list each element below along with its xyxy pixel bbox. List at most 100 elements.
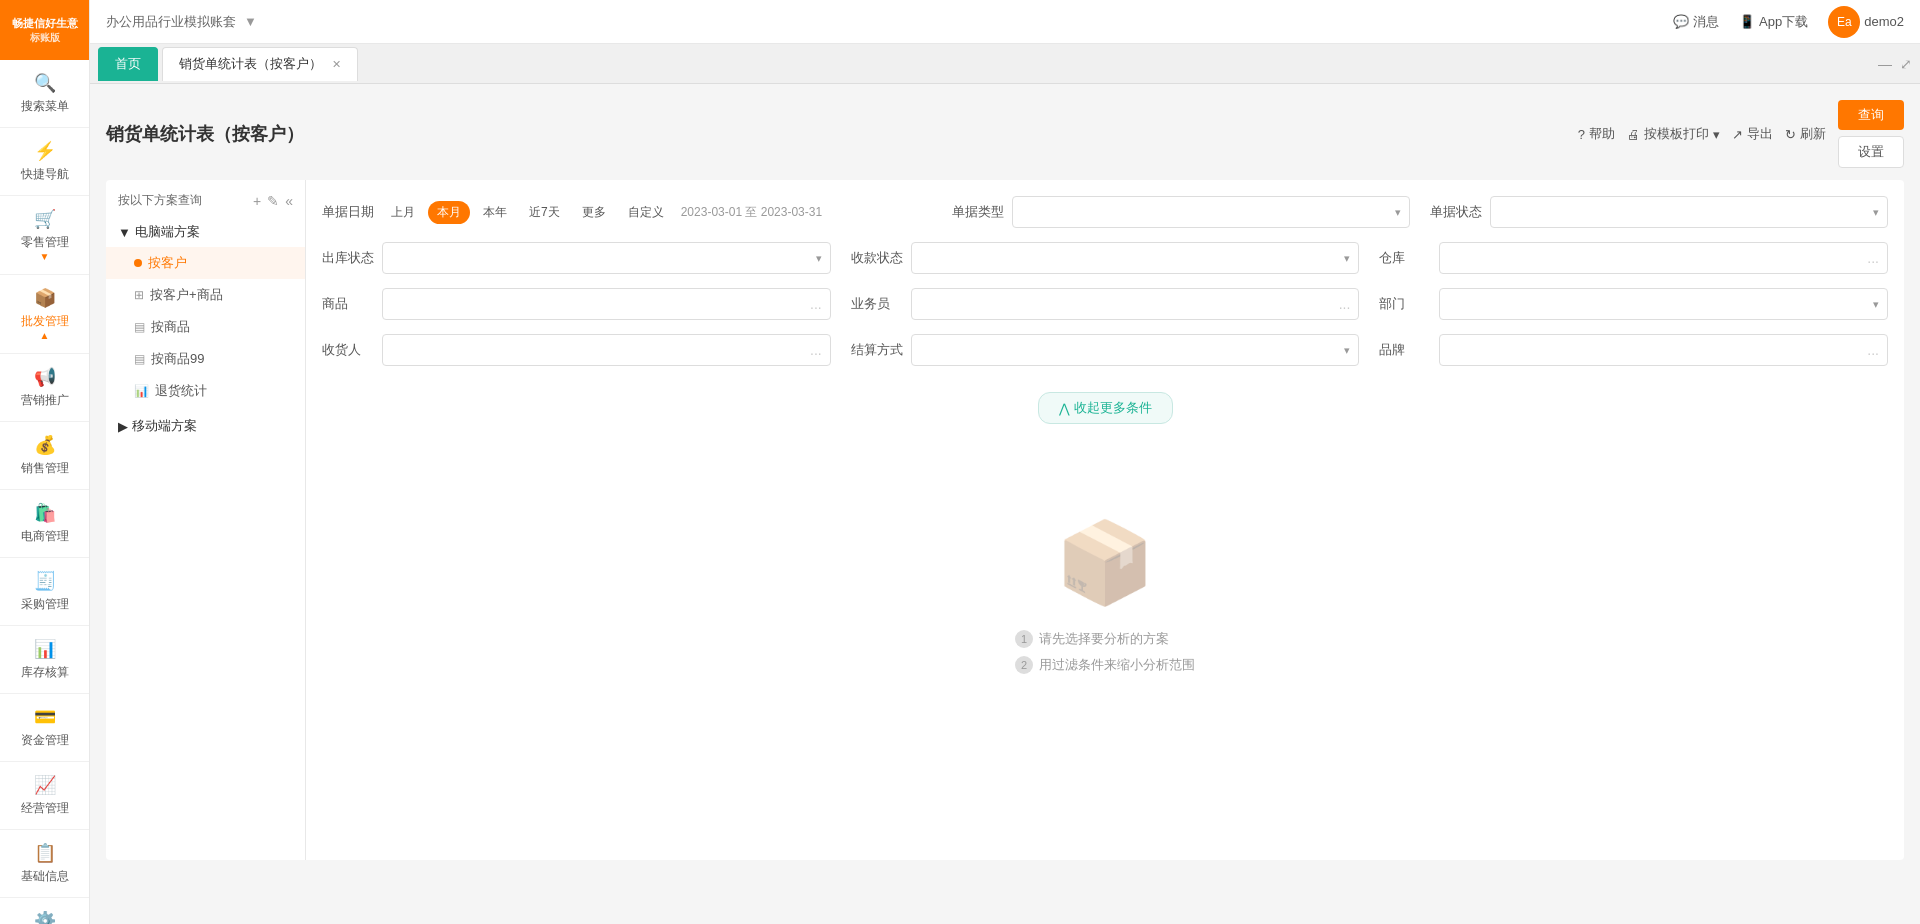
salesperson-label: 业务员	[851, 295, 911, 313]
sidebar-item-purchase[interactable]: 🧾 采购管理	[0, 558, 90, 626]
user-name: demo2	[1864, 14, 1904, 29]
breadcrumb: 办公用品行业模拟账套	[106, 13, 236, 31]
scheme-item-goods-99[interactable]: ▤ 按商品99	[106, 343, 305, 375]
date-chip-more[interactable]: 更多	[573, 201, 615, 224]
scheme-header: 按以下方案查询 + ✎ «	[106, 192, 305, 217]
filter-goods: 商品 ...	[322, 288, 831, 320]
sidebar-item-wholesale[interactable]: 📦 批发管理 ▲	[0, 275, 90, 354]
brand-dots: ...	[1867, 342, 1879, 358]
order-type-label: 单据类型	[952, 203, 1012, 221]
date-chip-custom[interactable]: 自定义	[619, 201, 673, 224]
logo: 畅捷信好生意 标账版	[0, 0, 90, 60]
bar-icon: 📊	[134, 384, 149, 398]
maximize-button[interactable]: ⤢	[1900, 56, 1912, 72]
scheme-item-return-stat[interactable]: 📊 退货统计	[106, 375, 305, 407]
scheme-add-icon[interactable]: +	[253, 193, 261, 209]
page-title: 销货单统计表（按客户）	[106, 122, 304, 146]
mobile-group-arrow: ▶	[118, 419, 128, 434]
recipient-label: 收货人	[322, 341, 382, 359]
receipt-status-control[interactable]: ▾	[911, 242, 1360, 274]
sidebar-item-finance[interactable]: 💳 资金管理	[0, 694, 90, 762]
brand-control[interactable]: ...	[1439, 334, 1888, 366]
collapse-button[interactable]: ⋀ 收起更多条件	[1038, 392, 1173, 424]
tab-home[interactable]: 首页	[98, 47, 158, 81]
system-icon: ⚙️	[34, 910, 56, 924]
order-status-control[interactable]: ▾	[1490, 196, 1888, 228]
filter-order-type: 单据类型 ▾	[952, 196, 1410, 228]
date-chip-this-month[interactable]: 本月	[428, 201, 470, 224]
print-icon: 🖨	[1627, 127, 1640, 142]
help-button[interactable]: ? 帮助	[1578, 125, 1615, 143]
department-control[interactable]: ▾	[1439, 288, 1888, 320]
scheme-header-actions: + ✎ «	[253, 193, 293, 209]
user-menu[interactable]: Ea demo2	[1828, 6, 1904, 38]
sidebar-item-marketing[interactable]: 📢 营销推广	[0, 354, 90, 422]
sidebar-item-search[interactable]: 🔍 搜索菜单	[0, 60, 90, 128]
sidebar-item-operation[interactable]: 📈 经营管理	[0, 762, 90, 830]
out-status-control[interactable]: ▾	[382, 242, 831, 274]
print-label: 按模板打印	[1644, 125, 1709, 143]
print-template-button[interactable]: 🖨 按模板打印 ▾	[1627, 125, 1720, 143]
quick-nav-icon: ⚡	[34, 140, 56, 162]
date-chips: 上月 本月 本年 近7天 更多 自定义	[382, 201, 673, 224]
sidebar-item-quick-nav[interactable]: ⚡ 快捷导航	[0, 128, 90, 196]
filter-row-3: 商品 ... 业务员 ... 部门	[322, 288, 1888, 320]
scheme-title: 按以下方案查询	[118, 192, 202, 209]
scheme-item-by-customer[interactable]: 按客户	[106, 247, 305, 279]
scheme-item-customer-goods[interactable]: ⊞ 按客户+商品	[106, 279, 305, 311]
scheme-item-by-goods-label: 按商品	[151, 318, 190, 336]
payment-method-control[interactable]: ▾	[911, 334, 1360, 366]
query-button[interactable]: 查询	[1838, 100, 1904, 130]
minimize-button[interactable]: —	[1878, 56, 1892, 72]
salesperson-control[interactable]: ...	[911, 288, 1360, 320]
tab-home-label: 首页	[115, 55, 141, 73]
scheme-group-pc-title[interactable]: ▼ 电脑端方案	[106, 217, 305, 247]
collapse-area: ⋀ 收起更多条件	[322, 380, 1888, 436]
sidebar-item-inventory[interactable]: 📊 库存核算	[0, 626, 90, 694]
order-type-control[interactable]: ▾	[1012, 196, 1410, 228]
scheme-edit-icon[interactable]: ✎	[267, 193, 279, 209]
tip-num-2: 2	[1015, 656, 1033, 674]
filter-warehouse: 仓库 ...	[1379, 242, 1888, 274]
header-right: 💬 消息 📱 App下载 Ea demo2	[1673, 6, 1904, 38]
search-icon: 🔍	[34, 72, 56, 94]
breadcrumb-arrow[interactable]: ▼	[244, 14, 257, 29]
scheme-item-by-goods[interactable]: ▤ 按商品	[106, 311, 305, 343]
tab-close-button[interactable]: ✕	[332, 58, 341, 71]
filter-panel: 单据日期 上月 本月 本年 近7天 更多 自定义 2023-03-01 至 20…	[306, 180, 1904, 860]
date-chip-last-month[interactable]: 上月	[382, 201, 424, 224]
recipient-control[interactable]: ...	[382, 334, 831, 366]
sidebar-item-ecommerce[interactable]: 🛍️ 电商管理	[0, 490, 90, 558]
out-status-label: 出库状态	[322, 249, 382, 267]
filter-recipient: 收货人 ...	[322, 334, 831, 366]
wholesale-expand-icon: ▲	[40, 330, 50, 341]
setting-button[interactable]: 设置	[1838, 136, 1904, 168]
refresh-button[interactable]: ↻ 刷新	[1785, 125, 1826, 143]
scheme-item-return-stat-label: 退货统计	[155, 382, 207, 400]
empty-state: 📦 1 请先选择要分析的方案 2 用过滤条件来缩小分析范围	[322, 436, 1888, 754]
app-download-button[interactable]: 📱 App下载	[1739, 13, 1808, 31]
app-download-icon: 📱	[1739, 14, 1755, 29]
tab-sales-stat[interactable]: 销货单统计表（按客户） ✕	[162, 47, 358, 81]
sidebar-item-sales[interactable]: 💰 销售管理	[0, 422, 90, 490]
marketing-icon: 📢	[34, 366, 56, 388]
scheme-group-mobile-title[interactable]: ▶ 移动端方案	[106, 411, 305, 441]
payment-method-label: 结算方式	[851, 341, 911, 359]
scheme-item-goods-99-label: 按商品99	[151, 350, 204, 368]
sidebar-item-basic[interactable]: 📋 基础信息	[0, 830, 90, 898]
goods-control[interactable]: ...	[382, 288, 831, 320]
table-icon-2: ▤	[134, 352, 145, 366]
sidebar-item-retail[interactable]: 🛒 零售管理 ▼	[0, 196, 90, 275]
date-chip-this-year[interactable]: 本年	[474, 201, 516, 224]
export-button[interactable]: ↗ 导出	[1732, 125, 1773, 143]
inventory-icon: 📊	[34, 638, 56, 660]
payment-method-chevron: ▾	[1344, 344, 1350, 357]
message-button[interactable]: 💬 消息	[1673, 13, 1719, 31]
receipt-status-chevron: ▾	[1344, 252, 1350, 265]
filter-date: 单据日期 上月 本月 本年 近7天 更多 自定义 2023-03-01 至 20…	[322, 201, 932, 224]
sidebar-item-system[interactable]: ⚙️ 系统管理	[0, 898, 90, 924]
warehouse-control[interactable]: ...	[1439, 242, 1888, 274]
logo-text: 畅捷信好生意	[12, 16, 78, 31]
date-chip-last-7[interactable]: 近7天	[520, 201, 569, 224]
scheme-collapse-icon[interactable]: «	[285, 193, 293, 209]
